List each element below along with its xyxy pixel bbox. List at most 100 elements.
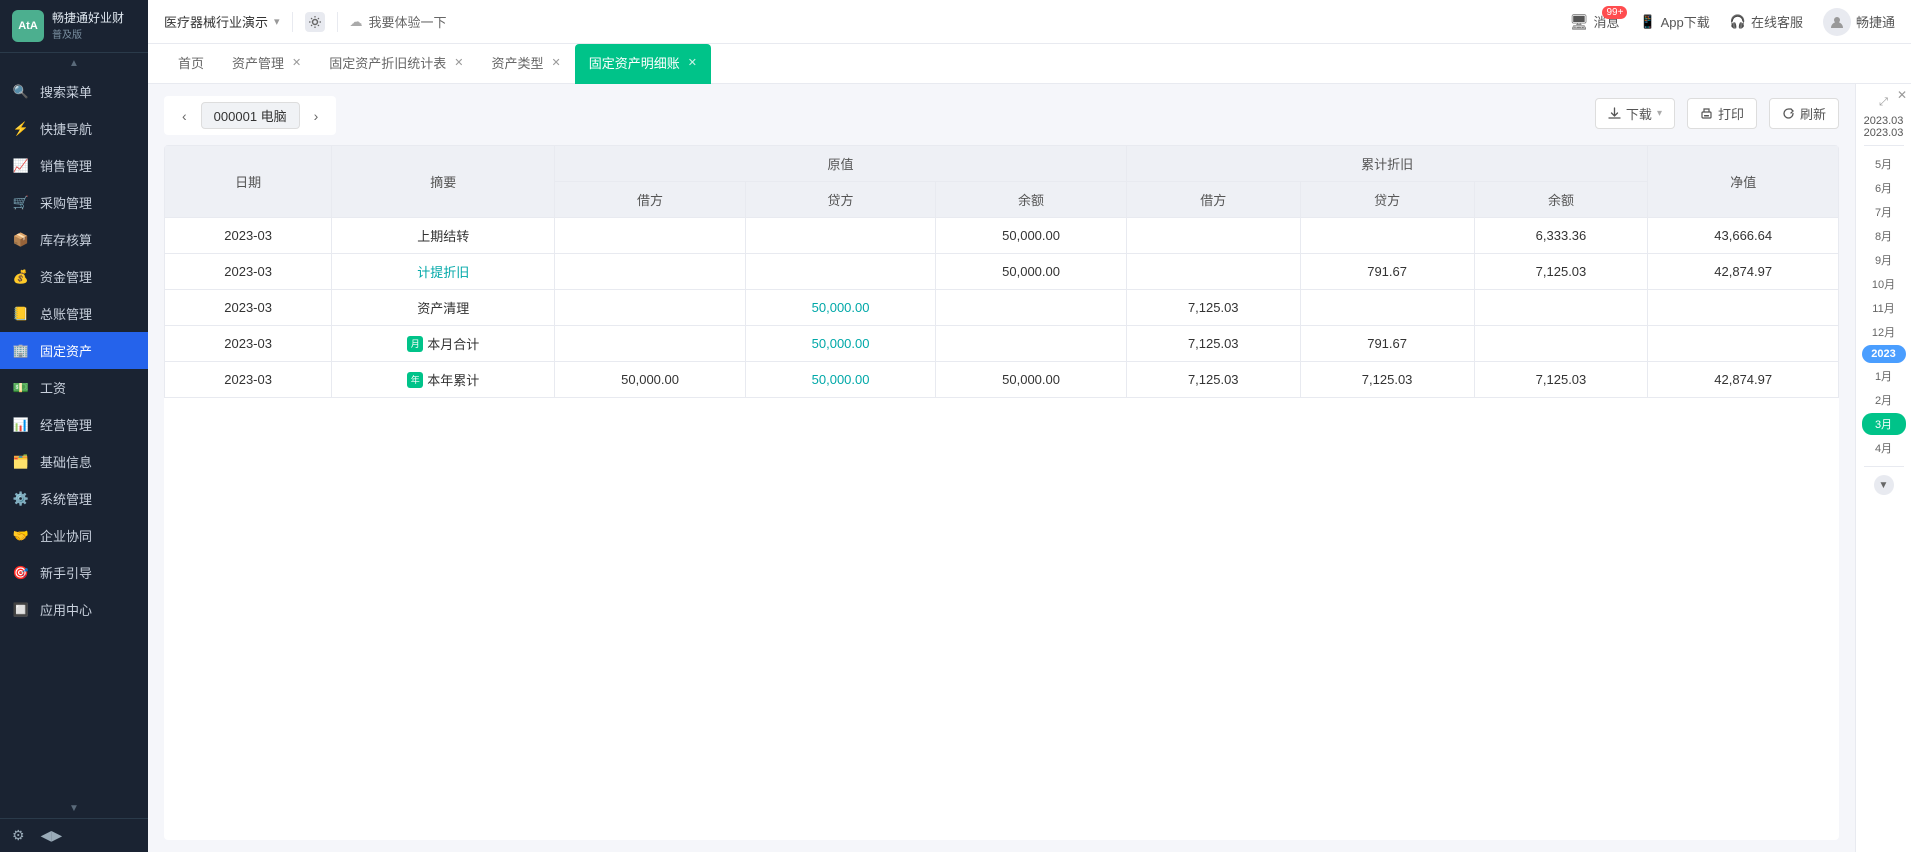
th-date: 日期	[165, 146, 332, 218]
page-content: ‹ 000001 电脑 › 下载 ▾ 打印	[148, 84, 1911, 852]
cell-accum-debit: 7,125.03	[1126, 362, 1300, 398]
tab-asset-type-close[interactable]: ✕	[552, 56, 561, 69]
sidebar-item-sales[interactable]: 📈 销售管理	[0, 147, 148, 184]
cell-summary: 年本年累计	[332, 362, 555, 398]
sidebar-item-label: 快捷导航	[40, 119, 92, 138]
timeline-month-3[interactable]: 3月	[1862, 413, 1906, 435]
dropdown-icon: ▾	[274, 15, 280, 28]
experience-icon: ☁	[350, 14, 363, 30]
scroll-up-icon[interactable]: ▲	[68, 56, 80, 70]
sidebar-item-inventory[interactable]: 📦 库存核算	[0, 221, 148, 258]
cell-orig-debit: 50,000.00	[555, 362, 746, 398]
timeline-close-btn[interactable]: ✕	[1897, 88, 1907, 102]
collapse-icon[interactable]: ◀▶	[41, 827, 63, 844]
timeline-year-2023[interactable]: 2023	[1862, 345, 1906, 363]
sidebar-item-label: 经营管理	[40, 415, 92, 434]
notification-btn[interactable]: 🖥 消息 99+	[1569, 12, 1619, 31]
sidebar-item-ledger[interactable]: 📒 总账管理	[0, 295, 148, 332]
cell-orig-credit: 50,000.00	[745, 362, 936, 398]
asset-detail-table: 日期 摘要 原值 累计折旧 净值 借方 贷方 余额 借方 贷方 余额	[164, 145, 1839, 398]
tab-asset-mgmt[interactable]: 资产管理 ✕	[218, 44, 315, 84]
timeline-month-12[interactable]: 12月	[1862, 321, 1906, 343]
cell-orig-balance: 50,000.00	[936, 362, 1127, 398]
timeline-month-9[interactable]: 9月	[1862, 249, 1906, 271]
scroll-down-area: ▼	[0, 798, 148, 818]
print-icon	[1700, 107, 1713, 120]
table-row: 2023-03 年本年累计 50,000.00 50,000.00 50,000…	[165, 362, 1839, 398]
timeline-month-11[interactable]: 11月	[1862, 297, 1906, 319]
download-btn[interactable]: 下载 ▾	[1595, 98, 1675, 129]
experience-btn[interactable]: ☁ 我要体验一下	[350, 12, 447, 31]
scroll-down-icon[interactable]: ▼	[68, 801, 80, 815]
sidebar-item-operations[interactable]: 📊 经营管理	[0, 406, 148, 443]
company-selector[interactable]: 医疗器械行业演示 ▾	[164, 12, 280, 31]
sidebar-bottom: ⚙ ◀▶	[0, 818, 148, 852]
tab-asset-mgmt-close[interactable]: ✕	[292, 56, 301, 69]
sidebar: AtA 畅捷通好业财 普及版 ▲ 🔍 搜索菜单 ⚡ 快捷导航 📈 销售管理 🛒 …	[0, 0, 148, 852]
timeline-bottom-divider	[1864, 466, 1904, 467]
user-profile[interactable]: 畅捷通	[1823, 8, 1895, 36]
refresh-btn[interactable]: 刷新	[1769, 98, 1839, 129]
timeline-down-btn[interactable]: ▼	[1874, 475, 1894, 495]
sidebar-item-finance[interactable]: 💰 资金管理	[0, 258, 148, 295]
cell-summary: 月本月合计	[332, 326, 555, 362]
scroll-up-area: ▲	[0, 53, 148, 73]
sidebar-item-basic-info[interactable]: 🗂️ 基础信息	[0, 443, 148, 480]
cell-orig-balance	[936, 290, 1127, 326]
timeline-month-2[interactable]: 2月	[1862, 389, 1906, 411]
th-orig-credit: 贷方	[745, 182, 936, 218]
th-orig-balance: 余额	[936, 182, 1127, 218]
asset-next-btn[interactable]: ›	[308, 106, 325, 126]
tab-home[interactable]: 首页	[164, 44, 218, 84]
basic-info-icon: 🗂️	[12, 453, 30, 471]
settings-icon[interactable]	[305, 12, 325, 32]
tab-depreciation-stats-label: 固定资产折旧统计表	[329, 53, 446, 72]
inner-content: ‹ 000001 电脑 › 下载 ▾ 打印	[148, 84, 1855, 852]
purchase-icon: 🛒	[12, 194, 30, 212]
tab-asset-detail[interactable]: 固定资产明细账 ✕	[575, 44, 711, 84]
timeline-month-10[interactable]: 10月	[1862, 273, 1906, 295]
online-service-btn[interactable]: 🎧 在线客服	[1730, 12, 1803, 31]
main-area: 医疗器械行业演示 ▾ ☁ 我要体验一下 🖥 消息 99+ 📱 App下载 🎧 在…	[148, 0, 1911, 852]
timeline-month-7[interactable]: 7月	[1862, 201, 1906, 223]
refresh-icon	[1782, 107, 1795, 120]
sales-icon: 📈	[12, 157, 30, 175]
user-avatar	[1823, 8, 1851, 36]
app-download-btn[interactable]: 📱 App下载	[1639, 12, 1709, 31]
print-btn[interactable]: 打印	[1687, 98, 1757, 129]
tab-depreciation-stats[interactable]: 固定资产折旧统计表 ✕	[315, 44, 477, 84]
top-header: 医疗器械行业演示 ▾ ☁ 我要体验一下 🖥 消息 99+ 📱 App下载 🎧 在…	[148, 0, 1911, 44]
sidebar-item-quick-nav[interactable]: ⚡ 快捷导航	[0, 110, 148, 147]
cell-summary: 资产清理	[332, 290, 555, 326]
cell-orig-balance: 50,000.00	[936, 218, 1127, 254]
sidebar-item-search[interactable]: 🔍 搜索菜单	[0, 73, 148, 110]
sidebar-item-label: 总账管理	[40, 304, 92, 323]
sidebar-item-label: 工资	[40, 378, 66, 397]
enterprise-icon: 🤝	[12, 527, 30, 545]
sidebar-item-fixed-assets[interactable]: 🏢 固定资产	[0, 332, 148, 369]
tab-asset-type[interactable]: 资产类型 ✕	[477, 44, 574, 84]
expand-icon[interactable]: ⤢	[1879, 96, 1888, 109]
sidebar-item-purchase[interactable]: 🛒 采购管理	[0, 184, 148, 221]
sidebar-item-app-center[interactable]: 🔲 应用中心	[0, 591, 148, 628]
tab-depreciation-stats-close[interactable]: ✕	[454, 56, 463, 69]
cell-orig-balance	[936, 326, 1127, 362]
sidebar-item-payroll[interactable]: 💵 工资	[0, 369, 148, 406]
cell-accum-balance: 6,333.36	[1474, 218, 1648, 254]
timeline-month-1[interactable]: 1月	[1862, 365, 1906, 387]
settings-icon[interactable]: ⚙	[12, 827, 25, 844]
sidebar-item-system[interactable]: ⚙️ 系统管理	[0, 480, 148, 517]
timeline-year-top: 2023.03	[1864, 115, 1904, 127]
timeline-month-6[interactable]: 6月	[1862, 177, 1906, 199]
timeline-month-8[interactable]: 8月	[1862, 225, 1906, 247]
th-original-value: 原值	[555, 146, 1127, 182]
sidebar-item-label: 固定资产	[40, 341, 92, 360]
asset-prev-btn[interactable]: ‹	[176, 106, 193, 126]
sidebar-item-guide[interactable]: 🎯 新手引导	[0, 554, 148, 591]
nav-toolbar-row: ‹ 000001 电脑 › 下载 ▾ 打印	[164, 96, 1839, 135]
cell-orig-credit	[745, 254, 936, 290]
timeline-month-4[interactable]: 4月	[1862, 437, 1906, 459]
timeline-month-5[interactable]: 5月	[1862, 153, 1906, 175]
tab-asset-detail-close[interactable]: ✕	[688, 56, 697, 69]
sidebar-item-enterprise[interactable]: 🤝 企业协同	[0, 517, 148, 554]
